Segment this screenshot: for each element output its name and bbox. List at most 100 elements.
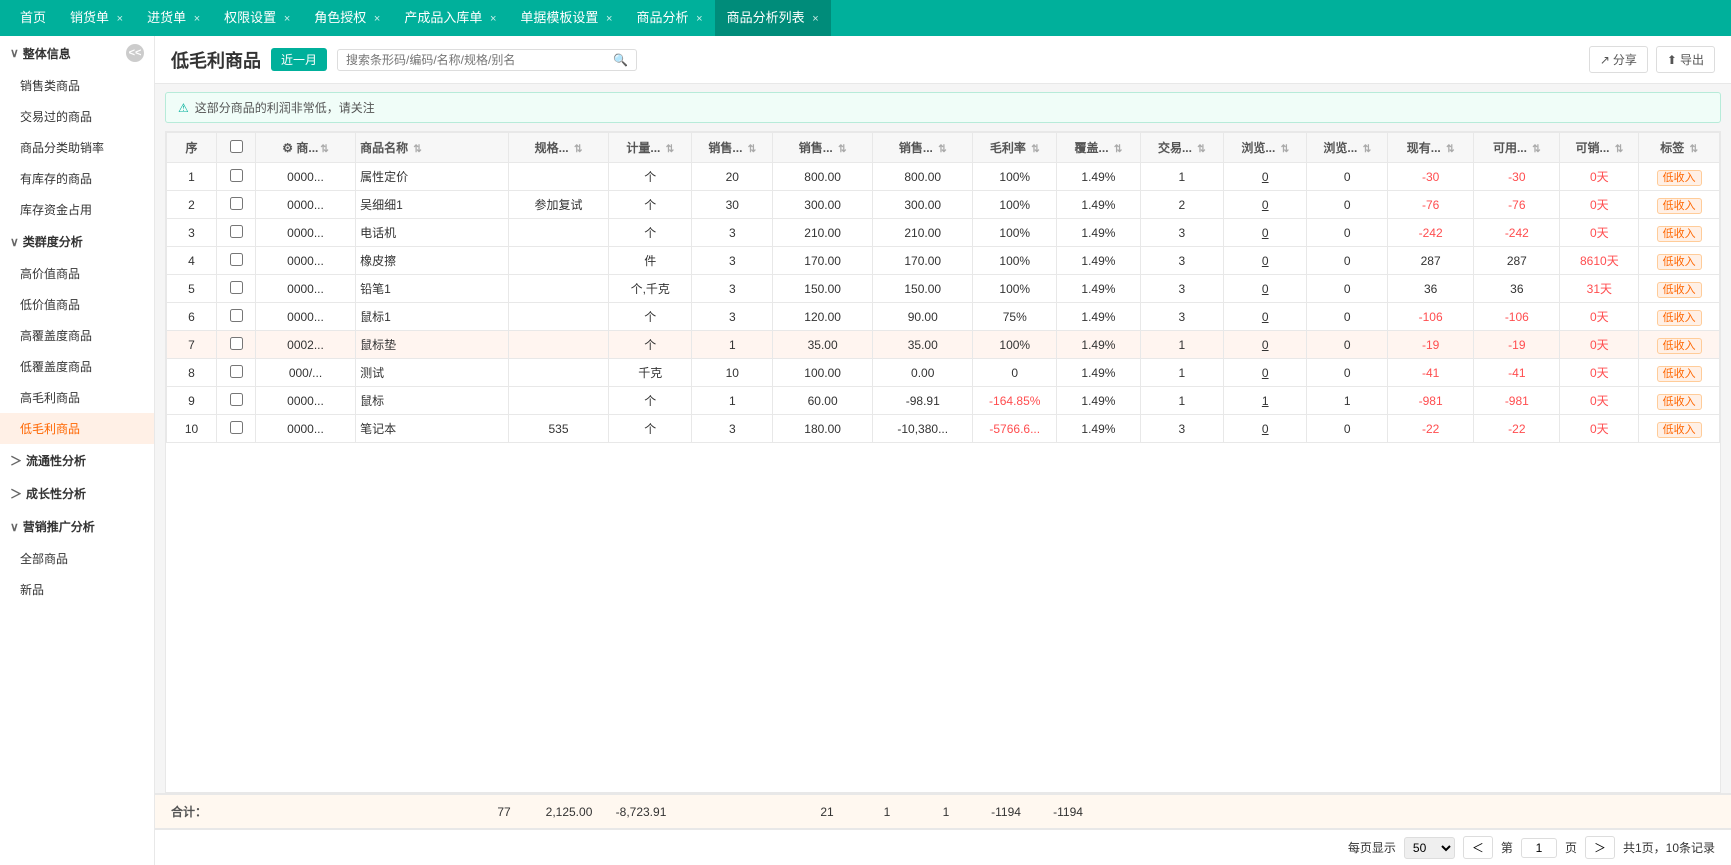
- sidebar-item-high-value[interactable]: 高价值商品: [0, 258, 154, 289]
- nav-product-analysis-list[interactable]: 商品分析列表 ×: [715, 0, 831, 36]
- col-header-trade[interactable]: 交易... ⇅: [1140, 133, 1223, 163]
- cell-check[interactable]: [217, 219, 256, 247]
- cell-browse1[interactable]: 1: [1224, 387, 1307, 415]
- sidebar-item-high-margin[interactable]: 高毛利商品: [0, 382, 154, 413]
- cell-check[interactable]: [217, 331, 256, 359]
- row-checkbox[interactable]: [230, 365, 243, 378]
- next-page-btn[interactable]: ＞: [1585, 836, 1615, 859]
- prev-page-btn[interactable]: ＜: [1463, 836, 1493, 859]
- nav-home[interactable]: 首页: [8, 0, 58, 36]
- sidebar-item-sales-products[interactable]: 销售类商品: [0, 70, 154, 101]
- close-sales-order[interactable]: ×: [117, 13, 123, 25]
- sidebar-item-new-products[interactable]: 新品: [0, 574, 154, 605]
- sidebar-item-traded-products[interactable]: 交易过的商品: [0, 101, 154, 132]
- col-header-stock1[interactable]: 现有... ⇅: [1388, 133, 1474, 163]
- sidebar-item-all-products[interactable]: 全部商品: [0, 543, 154, 574]
- col-header-browse2[interactable]: 浏览... ⇅: [1307, 133, 1388, 163]
- search-input[interactable]: [346, 53, 613, 67]
- row-checkbox[interactable]: [230, 393, 243, 406]
- nav-purchase-order[interactable]: 进货单 ×: [135, 0, 212, 36]
- nav-product-analysis[interactable]: 商品分析 ×: [624, 0, 714, 36]
- share-button[interactable]: ↗ 分享: [1589, 46, 1648, 73]
- sidebar-group-growth[interactable]: ＞ 成长性分析: [0, 477, 154, 510]
- col-header-browse1[interactable]: 浏览... ⇅: [1224, 133, 1307, 163]
- sidebar-item-stocked-products[interactable]: 有库存的商品: [0, 163, 154, 194]
- cell-check[interactable]: [217, 303, 256, 331]
- sidebar-item-low-margin[interactable]: 低毛利商品: [0, 413, 154, 444]
- cell-browse1[interactable]: 0: [1224, 247, 1307, 275]
- cell-check[interactable]: [217, 275, 256, 303]
- col-header-price[interactable]: 销售... ⇅: [773, 133, 873, 163]
- sidebar-item-high-coverage[interactable]: 高覆盖度商品: [0, 320, 154, 351]
- col-header-spec[interactable]: 规格... ⇅: [508, 133, 608, 163]
- row-checkbox[interactable]: [230, 169, 243, 182]
- row-checkbox[interactable]: [230, 421, 243, 434]
- col-header-qty[interactable]: 销售... ⇅: [692, 133, 773, 163]
- browse1-link[interactable]: 0: [1262, 310, 1269, 324]
- cell-check[interactable]: [217, 387, 256, 415]
- browse1-link[interactable]: 0: [1262, 170, 1269, 184]
- close-role-auth[interactable]: ×: [374, 13, 380, 25]
- close-purchase-order[interactable]: ×: [194, 13, 200, 25]
- search-icon[interactable]: 🔍: [613, 53, 628, 67]
- nav-permissions[interactable]: 权限设置 ×: [212, 0, 302, 36]
- sidebar-item-category-assist[interactable]: 商品分类助销率: [0, 132, 154, 163]
- close-permissions[interactable]: ×: [284, 13, 290, 25]
- cell-browse1[interactable]: 0: [1224, 275, 1307, 303]
- col-header-name[interactable]: 商品名称 ⇅: [356, 133, 509, 163]
- browse1-link[interactable]: 0: [1262, 226, 1269, 240]
- col-header-tag[interactable]: 标签 ⇅: [1639, 133, 1720, 163]
- browse1-link[interactable]: 0: [1262, 282, 1269, 296]
- cell-browse1[interactable]: 0: [1224, 219, 1307, 247]
- col-header-stock2[interactable]: 可用... ⇅: [1474, 133, 1560, 163]
- col-header-rate[interactable]: 毛利率 ⇅: [973, 133, 1057, 163]
- col-header-unit[interactable]: 计量... ⇅: [609, 133, 692, 163]
- cell-check[interactable]: [217, 359, 256, 387]
- per-page-select[interactable]: 50 100 200: [1404, 837, 1455, 859]
- nav-product-inbound[interactable]: 产成品入库单 ×: [392, 0, 508, 36]
- cell-check[interactable]: [217, 163, 256, 191]
- sidebar-group-marketing[interactable]: ∨ 营销推广分析: [0, 510, 154, 543]
- sidebar-item-low-coverage[interactable]: 低覆盖度商品: [0, 351, 154, 382]
- col-header-cover[interactable]: 覆盖... ⇅: [1057, 133, 1140, 163]
- cell-browse1[interactable]: 0: [1224, 359, 1307, 387]
- sidebar-group-circulation[interactable]: ＞ 流通性分析: [0, 444, 154, 477]
- cell-browse1[interactable]: 0: [1224, 191, 1307, 219]
- page-input[interactable]: [1521, 838, 1557, 858]
- cell-check[interactable]: [217, 247, 256, 275]
- nav-sales-order[interactable]: 销货单 ×: [58, 0, 135, 36]
- browse1-link[interactable]: 0: [1262, 422, 1269, 436]
- browse1-link[interactable]: 1: [1262, 394, 1269, 408]
- time-filter-button[interactable]: 近一月: [271, 48, 327, 71]
- cell-browse1[interactable]: 0: [1224, 331, 1307, 359]
- close-product-inbound[interactable]: ×: [490, 13, 496, 25]
- sidebar-group-cluster[interactable]: ∨ 类群度分析: [0, 225, 154, 258]
- nav-template-settings[interactable]: 单据模板设置 ×: [508, 0, 624, 36]
- browse1-link[interactable]: 0: [1262, 254, 1269, 268]
- col-header-days[interactable]: 可销... ⇅: [1560, 133, 1639, 163]
- row-checkbox[interactable]: [230, 281, 243, 294]
- cell-browse1[interactable]: 0: [1224, 303, 1307, 331]
- row-checkbox[interactable]: [230, 225, 243, 238]
- export-button[interactable]: ⬆ 导出: [1656, 46, 1715, 73]
- row-checkbox[interactable]: [230, 337, 243, 350]
- cell-browse1[interactable]: 0: [1224, 163, 1307, 191]
- row-checkbox[interactable]: [230, 253, 243, 266]
- browse1-link[interactable]: 0: [1262, 366, 1269, 380]
- col-header-settings[interactable]: ⚙ 商...⇅: [255, 133, 355, 163]
- nav-role-auth[interactable]: 角色授权 ×: [302, 0, 392, 36]
- sidebar-item-low-value[interactable]: 低价值商品: [0, 289, 154, 320]
- select-all-checkbox[interactable]: [230, 140, 243, 153]
- cell-check[interactable]: [217, 191, 256, 219]
- cell-browse1[interactable]: 0: [1224, 415, 1307, 443]
- browse1-link[interactable]: 0: [1262, 338, 1269, 352]
- close-product-analysis-list[interactable]: ×: [812, 13, 818, 25]
- cell-check[interactable]: [217, 415, 256, 443]
- sidebar-group-overall[interactable]: ∨ 整体信息 <<: [0, 36, 154, 70]
- sidebar-collapse-btn[interactable]: <<: [126, 44, 144, 62]
- close-product-analysis[interactable]: ×: [696, 13, 702, 25]
- sidebar-item-inventory-capital[interactable]: 库存资金占用: [0, 194, 154, 225]
- row-checkbox[interactable]: [230, 197, 243, 210]
- col-header-gross[interactable]: 销售... ⇅: [873, 133, 973, 163]
- row-checkbox[interactable]: [230, 309, 243, 322]
